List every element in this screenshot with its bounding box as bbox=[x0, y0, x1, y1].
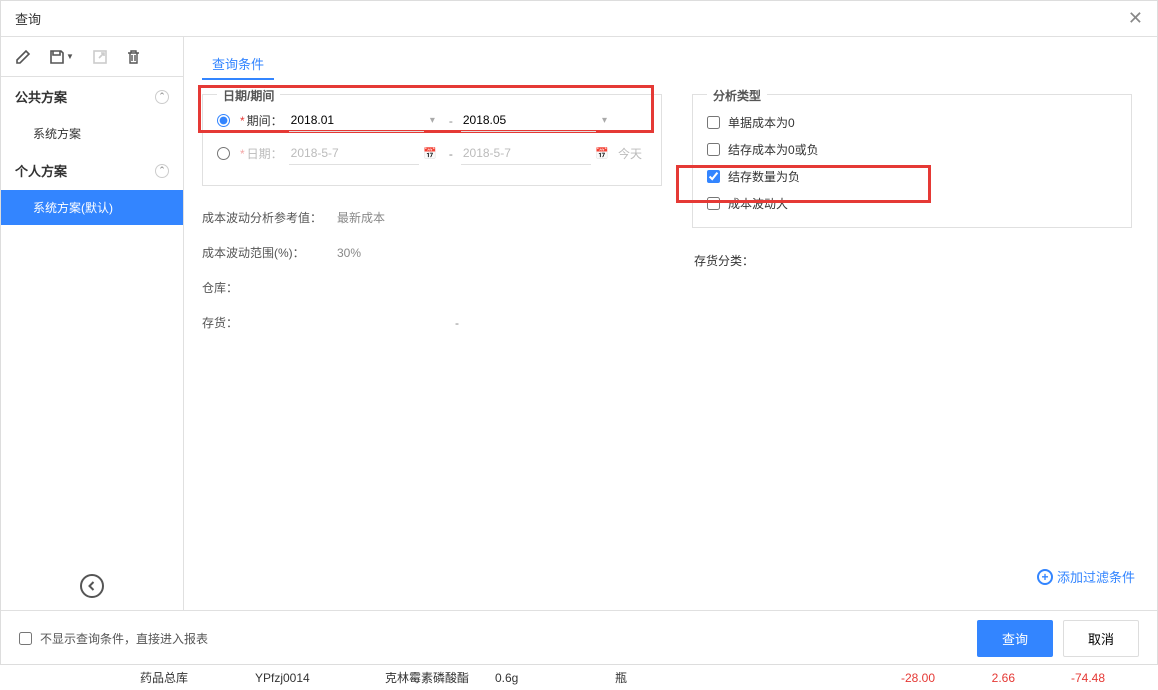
bg-cell: 瓶 bbox=[605, 669, 845, 686]
chevron-down-icon[interactable]: ▾ bbox=[424, 115, 441, 126]
bg-cell: 2.66 bbox=[945, 671, 1025, 685]
checkbox-balance-cost-zero-neg[interactable] bbox=[707, 143, 720, 156]
range-separator: - bbox=[441, 114, 461, 128]
cost-ref-row: 成本波动分析参考值： 最新成本 bbox=[202, 200, 662, 235]
checkbox-cost-fluctuation[interactable] bbox=[707, 197, 720, 210]
date-period-legend: 日期/期间 bbox=[217, 87, 280, 104]
public-plan-label: 公共方案 bbox=[15, 87, 67, 106]
right-column: 分析类型 单据成本为0 结存成本为0或负 结存数量为负 bbox=[692, 94, 1132, 340]
modal-footer: 不显示查询条件，直接进入报表 查询 取消 bbox=[1, 610, 1157, 665]
date-period-fieldset: 日期/期间 * 期间： ▾ - ▾ bbox=[202, 94, 662, 186]
cost-ref-label: 成本波动分析参考值： bbox=[202, 209, 337, 226]
add-filter-label: 添加过滤条件 bbox=[1057, 567, 1135, 586]
analysis-opt-0[interactable]: 单据成本为0 bbox=[707, 109, 1117, 136]
back-icon[interactable] bbox=[80, 574, 104, 598]
checkbox-balance-qty-neg[interactable] bbox=[707, 170, 720, 183]
checkbox-label: 单据成本为0 bbox=[728, 114, 795, 131]
period-to-input[interactable] bbox=[461, 109, 596, 132]
bg-cell: 药品总库 bbox=[130, 669, 245, 686]
cost-range-value[interactable]: 30% bbox=[337, 246, 662, 260]
stock-label: 存货： bbox=[202, 314, 252, 331]
collapse-icon[interactable]: ⌃ bbox=[155, 90, 169, 104]
sidebar-item-system-default[interactable]: 系统方案(默认) bbox=[1, 190, 183, 225]
date-row: * 日期： 📅 - 📅 今天 bbox=[217, 142, 647, 165]
checkbox-label: 结存成本为0或负 bbox=[728, 141, 819, 158]
sidebar: ▼ 公共方案 ⌃ 系统方案 个人方案 ⌃ 系统方案(默认) bbox=[1, 37, 184, 610]
date-label: 日期： bbox=[247, 145, 289, 162]
today-button[interactable]: 今天 bbox=[613, 145, 647, 162]
required-mark: * bbox=[240, 114, 245, 128]
date-from-input[interactable] bbox=[289, 142, 419, 165]
bg-cell: YPfzj0014 bbox=[245, 671, 375, 685]
period-label: 期间： bbox=[247, 112, 289, 129]
required-mark: * bbox=[240, 147, 245, 161]
cost-range-row: 成本波动范围(%)： 30% bbox=[202, 235, 662, 270]
public-plan-header[interactable]: 公共方案 ⌃ bbox=[1, 77, 183, 116]
period-row: * 期间： ▾ - ▾ bbox=[217, 109, 647, 132]
query-modal: 查询 ✕ ▼ 公共方案 ⌃ bbox=[0, 0, 1158, 665]
modal-header: 查询 ✕ bbox=[1, 1, 1157, 37]
analysis-opt-2[interactable]: 结存数量为负 bbox=[707, 163, 1117, 190]
main-content: 查询条件 日期/期间 * 期间： ▾ - bbox=[184, 37, 1157, 610]
auto-enter-checkbox[interactable] bbox=[19, 632, 32, 645]
stock-value[interactable]: - bbox=[252, 316, 662, 330]
date-radio[interactable] bbox=[217, 147, 230, 160]
analysis-opt-1[interactable]: 结存成本为0或负 bbox=[707, 136, 1117, 163]
analysis-opt-3[interactable]: 成本波动大 bbox=[707, 190, 1117, 217]
analysis-legend: 分析类型 bbox=[707, 87, 767, 104]
footer-left: 不显示查询条件，直接进入报表 bbox=[19, 630, 208, 647]
calendar-icon[interactable]: 📅 bbox=[591, 147, 613, 160]
content-row: 日期/期间 * 期间： ▾ - ▾ bbox=[202, 94, 1139, 340]
checkbox-label: 结存数量为负 bbox=[728, 168, 800, 185]
sidebar-toolbar: ▼ bbox=[1, 37, 183, 77]
save-icon[interactable]: ▼ bbox=[49, 49, 74, 65]
stock-row: 存货： - bbox=[202, 305, 662, 340]
period-from-input[interactable] bbox=[289, 109, 424, 132]
range-separator: - bbox=[441, 147, 461, 161]
close-icon[interactable]: ✕ bbox=[1128, 8, 1143, 29]
bg-cell: 克林霉素磷酸酯 bbox=[375, 669, 485, 686]
date-to-input[interactable] bbox=[461, 142, 591, 165]
bg-cell: -28.00 bbox=[845, 671, 945, 685]
query-button[interactable]: 查询 bbox=[977, 620, 1053, 657]
analysis-type-fieldset: 分析类型 单据成本为0 结存成本为0或负 结存数量为负 bbox=[692, 94, 1132, 228]
chevron-down-icon[interactable]: ▾ bbox=[596, 115, 613, 126]
tab-query-conditions[interactable]: 查询条件 bbox=[202, 49, 274, 80]
edit-icon[interactable] bbox=[15, 49, 31, 65]
add-filter-button[interactable]: + 添加过滤条件 bbox=[1037, 567, 1135, 586]
footer-actions: 查询 取消 bbox=[977, 620, 1139, 657]
calendar-icon[interactable]: 📅 bbox=[419, 147, 441, 160]
warehouse-row: 仓库： bbox=[202, 270, 662, 305]
warehouse-label: 仓库： bbox=[202, 279, 252, 296]
delete-icon[interactable] bbox=[126, 49, 141, 65]
auto-enter-label: 不显示查询条件，直接进入报表 bbox=[40, 630, 208, 647]
background-table-row: 药品总库 YPfzj0014 克林霉素磷酸酯 0.6g 瓶 -28.00 2.6… bbox=[0, 665, 1158, 690]
period-radio[interactable] bbox=[217, 114, 230, 127]
cost-ref-value[interactable]: 最新成本 bbox=[337, 209, 662, 226]
stock-category-label: 存货分类： bbox=[692, 242, 1132, 279]
sidebar-footer bbox=[1, 562, 183, 610]
checkbox-label: 成本波动大 bbox=[728, 195, 788, 212]
cost-range-label: 成本波动范围(%)： bbox=[202, 244, 337, 261]
checkbox-doc-cost-zero[interactable] bbox=[707, 116, 720, 129]
cancel-button[interactable]: 取消 bbox=[1063, 620, 1139, 657]
sidebar-item-system-plan[interactable]: 系统方案 bbox=[1, 116, 183, 151]
modal-body: ▼ 公共方案 ⌃ 系统方案 个人方案 ⌃ 系统方案(默认) bbox=[1, 37, 1157, 610]
plus-circle-icon: + bbox=[1037, 569, 1053, 585]
left-column: 日期/期间 * 期间： ▾ - ▾ bbox=[202, 94, 662, 340]
collapse-icon[interactable]: ⌃ bbox=[155, 164, 169, 178]
export-icon[interactable] bbox=[92, 49, 108, 65]
modal-title: 查询 bbox=[15, 9, 41, 28]
personal-plan-label: 个人方案 bbox=[15, 161, 67, 180]
personal-plan-header[interactable]: 个人方案 ⌃ bbox=[1, 151, 183, 190]
bg-cell: 0.6g bbox=[485, 671, 605, 685]
bg-cell: -74.48 bbox=[1025, 671, 1115, 685]
